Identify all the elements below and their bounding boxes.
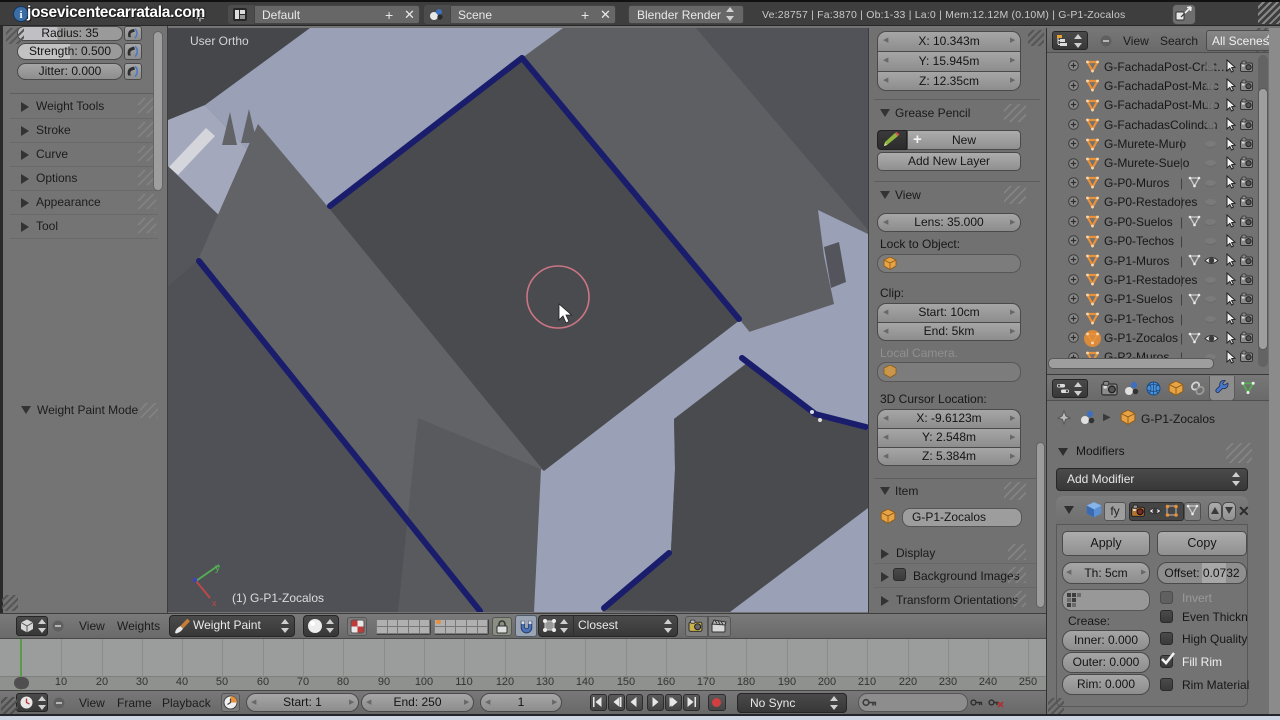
svg-text:i: i <box>19 9 22 21</box>
svg-text:(1) G-P1-Zocalos: (1) G-P1-Zocalos <box>232 591 324 605</box>
svg-text:y: y <box>215 563 220 574</box>
svg-text:x: x <box>212 598 217 608</box>
svg-text:User Ortho: User Ortho <box>190 34 249 48</box>
